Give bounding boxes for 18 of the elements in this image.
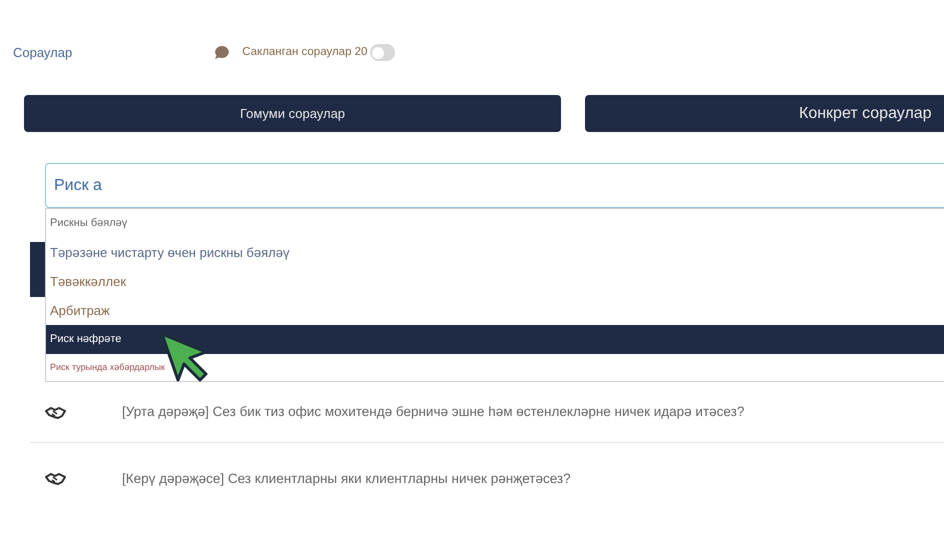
- suggestion-label: Арбитраж: [50, 302, 110, 320]
- suggestion-label: Тәрәзәне чистарту өчен рискны бәяләү: [50, 244, 290, 262]
- suggestion-label: Тәвәккәллек: [50, 272, 126, 291]
- tab[interactable]: Гомуми сораулар: [24, 95, 561, 132]
- search-field[interactable]: Риск а: [45, 163, 944, 208]
- suggestion-item[interactable]: Риск нәфрәте: [46, 325, 944, 354]
- question-bubble-icon: [214, 45, 230, 60]
- suggestion-label: Рискны бәяләү: [50, 216, 128, 232]
- question-text: [Керү дәрәҗәсе] Сез клиентларны яки клиентларны ничек рәнҗетәсез?: [122, 470, 571, 488]
- toggle-switch[interactable]: [370, 44, 396, 61]
- section-heading: Сораулар: [13, 44, 72, 62]
- handshake-icon: [45, 472, 66, 486]
- saved-questions-label: Сакланган сораулар 20: [242, 44, 368, 60]
- suggestion-label: Риск нәфрәте: [50, 332, 122, 348]
- tab[interactable]: Конкрет сораулар: [585, 95, 944, 132]
- question-text: [Урта дәрәҗә] Сез бик тиз офис мохитендә берничә эшне һәм өстенлекләрне ничек идарә итәсез?: [122, 403, 744, 422]
- handshake-icon: [45, 406, 66, 420]
- suggestion-label: Риск турында хәбәрдарлык: [50, 360, 165, 374]
